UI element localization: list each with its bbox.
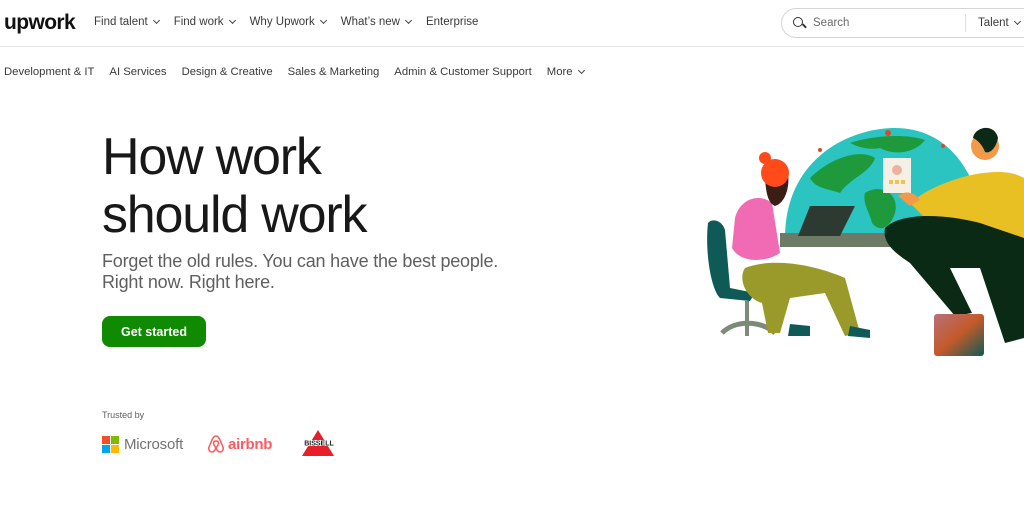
nav-find-work[interactable]: Find work <box>173 16 236 28</box>
main-nav: Find talent Find work Why Upwork What’s … <box>94 16 493 28</box>
trusted-logos: Microsoft airbnb BISSELL <box>102 430 342 458</box>
trusted-by-label: Trusted by <box>102 410 145 420</box>
airbnb-icon <box>208 435 225 453</box>
hero-title-line1: How work <box>102 128 322 186</box>
profile-card-graphic <box>883 158 911 193</box>
bissell-icon: BISSELL <box>298 430 341 456</box>
category-bar: Development & IT AI Services Design & Cr… <box>4 66 599 78</box>
microsoft-icon <box>102 435 119 453</box>
nav-why-upwork[interactable]: Why Upwork <box>249 16 327 28</box>
search-input[interactable] <box>813 17 953 29</box>
hero-title: How work should work <box>102 128 367 244</box>
nav-find-talent[interactable]: Find talent <box>94 16 160 28</box>
search-scope-label: Talent <box>978 17 1009 29</box>
chevron-down-icon <box>404 16 413 25</box>
category-more[interactable]: More <box>546 66 585 78</box>
search-scope-select[interactable]: Talent <box>978 17 1021 29</box>
hero-subtitle-line1: Forget the old rules. You can have the b… <box>102 251 499 271</box>
upwork-logo[interactable]: upwork <box>4 11 76 35</box>
nav-label: What’s new <box>340 16 400 28</box>
nav-whats-new[interactable]: What’s new <box>340 16 413 28</box>
airbnb-wordmark: airbnb <box>228 435 273 453</box>
microsoft-logo: Microsoft <box>102 435 184 453</box>
microsoft-wordmark: Microsoft <box>124 435 184 453</box>
svg-text:BISSELL: BISSELL <box>304 441 334 448</box>
briefcase-graphic <box>934 314 984 356</box>
airbnb-logo: airbnb <box>207 434 272 454</box>
search-bar: Talent <box>781 8 1024 38</box>
category-ai-services[interactable]: AI Services <box>109 66 166 78</box>
category-more-label: More <box>546 66 573 78</box>
chevron-down-icon <box>1013 17 1021 26</box>
get-started-button[interactable]: Get started <box>102 316 206 347</box>
chevron-down-icon <box>319 16 327 25</box>
chevron-down-icon <box>577 66 585 75</box>
nav-label: Find talent <box>94 16 148 28</box>
search-divider <box>965 14 966 32</box>
nav-enterprise[interactable]: Enterprise <box>426 16 478 28</box>
category-development-it[interactable]: Development & IT <box>4 66 94 78</box>
hero-illustration <box>700 118 1024 363</box>
category-design-creative[interactable]: Design & Creative <box>182 66 273 78</box>
nav-label: Enterprise <box>425 16 479 28</box>
nav-label: Why Upwork <box>249 16 315 28</box>
category-admin-support[interactable]: Admin & Customer Support <box>394 66 532 78</box>
top-header: upwork Find talent Find work Why Upwork … <box>0 0 1024 47</box>
chevron-down-icon <box>228 16 236 25</box>
chevron-down-icon <box>152 16 160 25</box>
hero-title-line2: should work <box>102 186 367 244</box>
hero-subtitle: Forget the old rules. You can have the b… <box>102 251 498 293</box>
nav-label: Find work <box>173 16 224 28</box>
search-icon[interactable] <box>793 16 807 30</box>
hero-subtitle-line2: Right now. Right here. <box>102 272 275 292</box>
category-sales-marketing[interactable]: Sales & Marketing <box>288 66 380 78</box>
bissell-logo: BISSELL <box>298 430 342 458</box>
